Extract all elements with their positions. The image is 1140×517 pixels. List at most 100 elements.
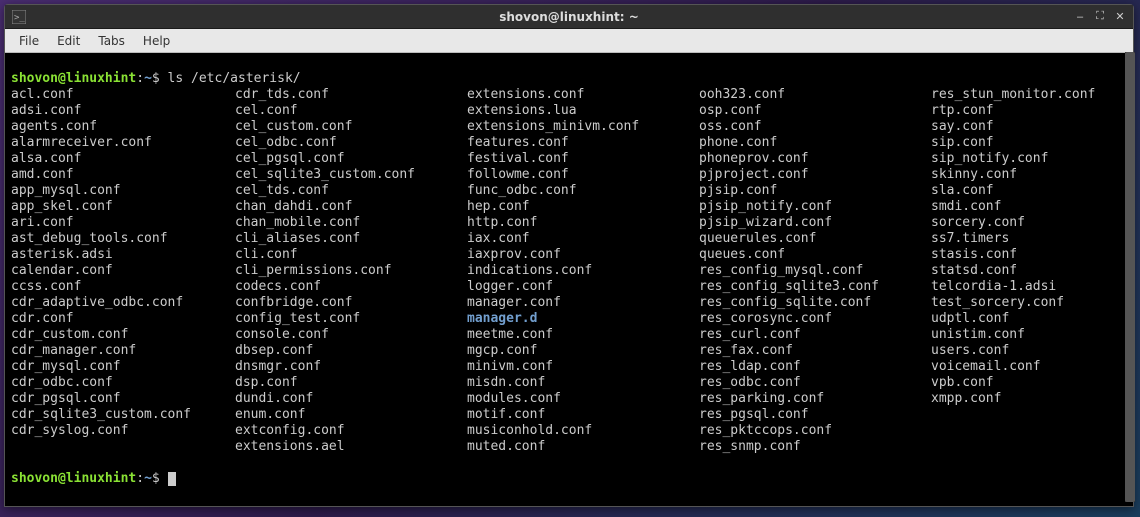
ls-entry-file: osp.conf — [699, 103, 931, 119]
ls-entry-file: cdr_pgsql.conf — [11, 391, 235, 407]
menu-tabs[interactable]: Tabs — [90, 31, 133, 51]
ls-entry-file: logger.conf — [467, 279, 699, 295]
ls-entry-file: users.conf — [931, 343, 1127, 359]
ls-entry-file: app_mysql.conf — [11, 183, 235, 199]
ls-entry-file: cdr_mysql.conf — [11, 359, 235, 375]
prompt-dollar: $ — [152, 71, 168, 86]
minimize-button[interactable]: – — [1071, 9, 1089, 25]
ls-entry-file: res_ldap.conf — [699, 359, 931, 375]
ls-entry-file: xmpp.conf — [931, 391, 1127, 407]
ls-entry-file: telcordia-1.adsi — [931, 279, 1127, 295]
prompt-colon: : — [136, 71, 144, 86]
ls-entry-file: skinny.conf — [931, 167, 1127, 183]
ls-entry-file: res_corosync.conf — [699, 311, 931, 327]
ls-entry-file: extensions.conf — [467, 87, 699, 103]
ls-entry-file: ari.conf — [11, 215, 235, 231]
ls-entry-file: say.conf — [931, 119, 1127, 135]
ls-entry-file: cel_odbc.conf — [235, 135, 467, 151]
ls-entry-file: acl.conf — [11, 87, 235, 103]
menu-help[interactable]: Help — [135, 31, 178, 51]
ls-entry-file: pjsip.conf — [699, 183, 931, 199]
ls-entry-file: res_curl.conf — [699, 327, 931, 343]
ls-entry-file: dbsep.conf — [235, 343, 467, 359]
ls-entry-file: rtp.conf — [931, 103, 1127, 119]
ls-entry-file: statsd.conf — [931, 263, 1127, 279]
ls-entry-file: cel_custom.conf — [235, 119, 467, 135]
ls-entry-file: func_odbc.conf — [467, 183, 699, 199]
ls-entry-file: muted.conf — [467, 439, 699, 455]
ls-entry-file: ooh323.conf — [699, 87, 931, 103]
ls-entry-file: res_config_sqlite3.conf — [699, 279, 931, 295]
ls-entry-file: followme.conf — [467, 167, 699, 183]
scrollbar-thumb[interactable] — [1125, 52, 1135, 502]
prompt-user-host: shovon@linuxhint — [11, 71, 136, 86]
ls-entry-file: asterisk.adsi — [11, 247, 235, 263]
ls-entry-file: cel_pgsql.conf — [235, 151, 467, 167]
ls-entry-file: cel.conf — [235, 103, 467, 119]
ls-entry-file: sla.conf — [931, 183, 1127, 199]
ls-entry-file: cdr.conf — [11, 311, 235, 327]
ls-entry-file: queues.conf — [699, 247, 931, 263]
ls-entry-file: cli.conf — [235, 247, 467, 263]
ls-entry-file: ccss.conf — [11, 279, 235, 295]
ls-entry-file: dundi.conf — [235, 391, 467, 407]
menu-file[interactable]: File — [11, 31, 47, 51]
ls-entry-file: config_test.conf — [235, 311, 467, 327]
ls-entry-file: amd.conf — [11, 167, 235, 183]
ls-entry-file: calendar.conf — [11, 263, 235, 279]
ls-entry-file: cdr_adaptive_odbc.conf — [11, 295, 235, 311]
ls-entry-file: minivm.conf — [467, 359, 699, 375]
ls-entry-file: res_odbc.conf — [699, 375, 931, 391]
maximize-button[interactable]: ⛶ — [1091, 9, 1109, 25]
ls-entry-file: features.conf — [467, 135, 699, 151]
ls-entry-file: alsa.conf — [11, 151, 235, 167]
close-button[interactable]: ✕ — [1111, 9, 1129, 25]
ls-entry-file: enum.conf — [235, 407, 467, 423]
ls-entry-file: sorcery.conf — [931, 215, 1127, 231]
ls-entry-file: http.conf — [467, 215, 699, 231]
ls-entry-file: confbridge.conf — [235, 295, 467, 311]
ls-entry-file: extensions.lua — [467, 103, 699, 119]
ls-entry-file: cli_permissions.conf — [235, 263, 467, 279]
ls-entry-file: festival.conf — [467, 151, 699, 167]
ls-entry-file: cdr_syslog.conf — [11, 423, 235, 439]
terminal-body[interactable]: shovon@linuxhint:~$ ls /etc/asterisk/ ac… — [5, 53, 1133, 506]
ls-entry-file: indications.conf — [467, 263, 699, 279]
ls-entry-file: smdi.conf — [931, 199, 1127, 215]
ls-entry-file: test_sorcery.conf — [931, 295, 1127, 311]
terminal-app-icon: >_ — [11, 9, 27, 25]
ls-entry-file: dsp.conf — [235, 375, 467, 391]
ls-entry-file: hep.conf — [467, 199, 699, 215]
ls-entry-file: cdr_sqlite3_custom.conf — [11, 407, 235, 423]
menubar: File Edit Tabs Help — [5, 29, 1133, 53]
ls-entry-file: phoneprov.conf — [699, 151, 931, 167]
scrollbar[interactable] — [1125, 52, 1135, 502]
ls-entry-file: udptl.conf — [931, 311, 1127, 327]
ls-entry-file: modules.conf — [467, 391, 699, 407]
ls-entry-file: iax.conf — [467, 231, 699, 247]
window-title: shovon@linuxhint: ~ — [499, 10, 639, 24]
prompt-path-2: ~ — [144, 471, 152, 486]
ls-entry-file: cdr_tds.conf — [235, 87, 467, 103]
ls-entry-file: cdr_odbc.conf — [11, 375, 235, 391]
ls-entry-file: phone.conf — [699, 135, 931, 151]
ls-entry-file: cli_aliases.conf — [235, 231, 467, 247]
ls-entry-file: extensions.ael — [235, 439, 467, 455]
ls-entry-file: res_config_sqlite.conf — [699, 295, 931, 311]
ls-entry-file: cel_tds.conf — [235, 183, 467, 199]
ls-entry-file: motif.conf — [467, 407, 699, 423]
terminal-window: >_ shovon@linuxhint: ~ – ⛶ ✕ File Edit T… — [4, 4, 1134, 507]
ls-entry-file: ast_debug_tools.conf — [11, 231, 235, 247]
ls-entry-file: sip.conf — [931, 135, 1127, 151]
ls-entry-file: vpb.conf — [931, 375, 1127, 391]
titlebar[interactable]: >_ shovon@linuxhint: ~ – ⛶ ✕ — [5, 5, 1133, 29]
ls-entry-file: ss7.timers — [931, 231, 1127, 247]
ls-entry-file: pjsip_notify.conf — [699, 199, 931, 215]
ls-entry-file: meetme.conf — [467, 327, 699, 343]
ls-entry-file: alarmreceiver.conf — [11, 135, 235, 151]
ls-entry-file: app_skel.conf — [11, 199, 235, 215]
ls-entry-file: res_pktccops.conf — [699, 423, 931, 439]
ls-entry-file: musiconhold.conf — [467, 423, 699, 439]
ls-entry-file: res_config_mysql.conf — [699, 263, 931, 279]
menu-edit[interactable]: Edit — [49, 31, 88, 51]
